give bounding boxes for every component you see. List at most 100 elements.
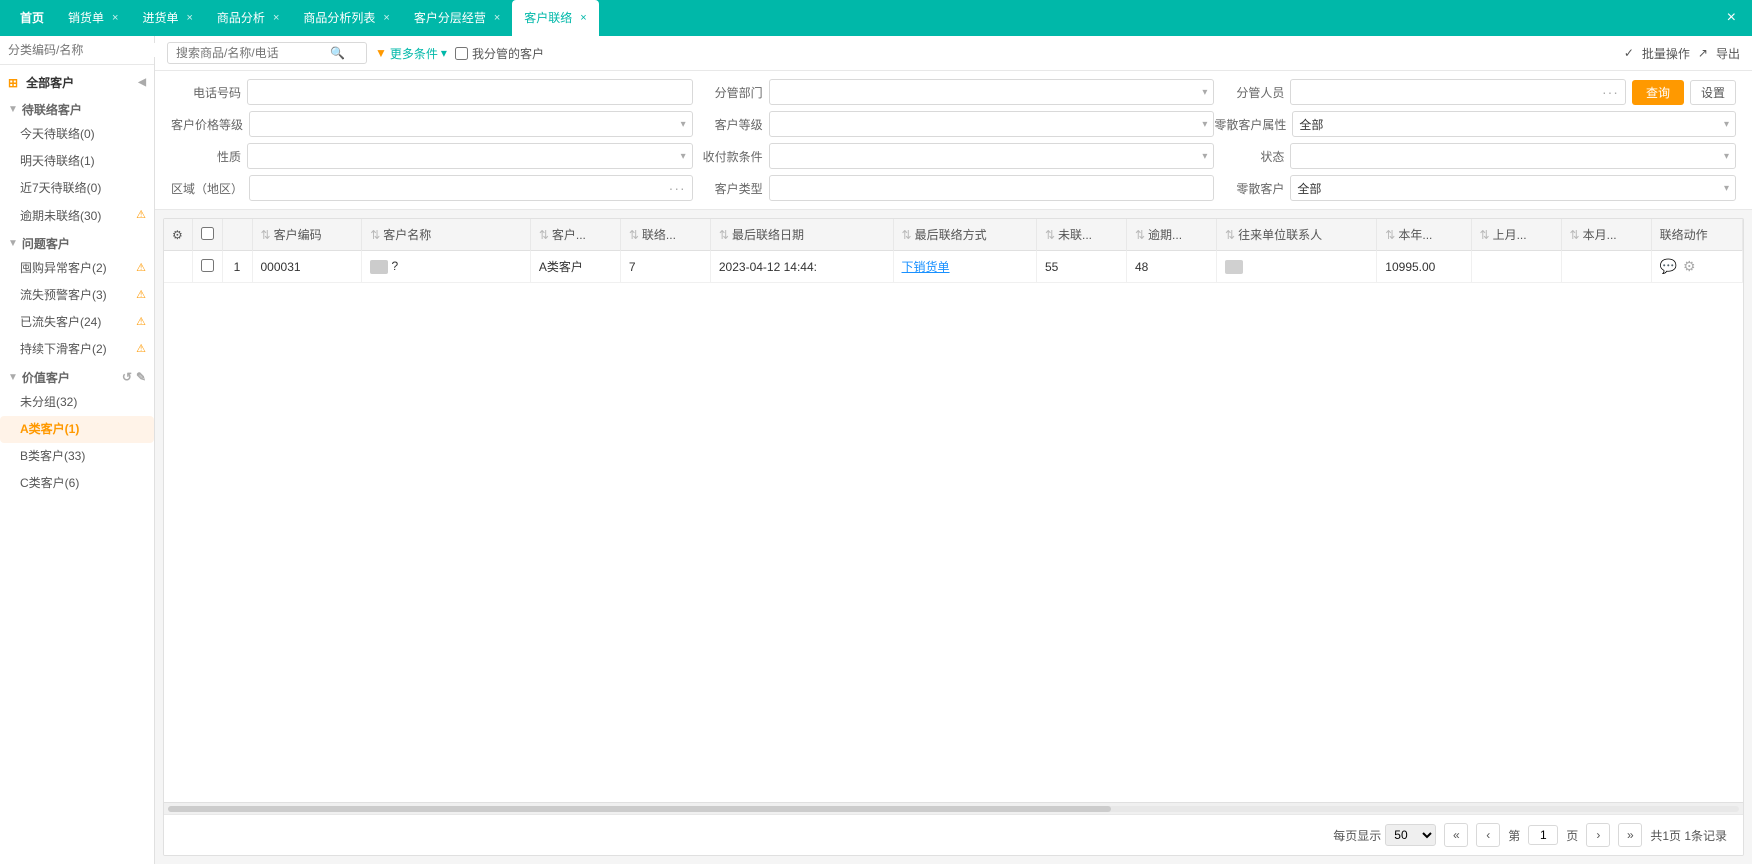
horizontal-scrollbar[interactable] (164, 802, 1743, 814)
last-page-button[interactable]: » (1618, 823, 1642, 847)
chevron-down-icon-5: ▾ (681, 151, 686, 162)
filter-label-retail-attr: 零散客户属性 (1214, 116, 1286, 133)
td-name: ? (362, 251, 531, 283)
row-checkbox[interactable] (201, 259, 214, 272)
filter-search-icon[interactable]: 🔍 (330, 46, 345, 60)
select-all-checkbox[interactable] (201, 227, 214, 240)
sidebar-item-tomorrow-label: 明天待联络(1) (20, 152, 95, 171)
my-customers-check[interactable]: 我分管的客户 (455, 45, 544, 62)
filter-select-customer-level[interactable]: ▾ (769, 111, 1215, 137)
sidebar-item-a-class[interactable]: A类客户(1) (0, 416, 154, 443)
filter-select-nature[interactable]: ▾ (247, 143, 693, 169)
filter-search-input[interactable] (176, 46, 326, 60)
all-customers-label: 全部客户 (26, 74, 74, 91)
customer-table: ⚙ ⇅ 客户编码 (164, 219, 1743, 283)
nav-customer-contact-close[interactable]: × (580, 0, 586, 36)
nav-home[interactable]: 首页 (8, 0, 56, 36)
sidebar-group-pending[interactable]: ▼ 待联络客户 (0, 96, 154, 121)
contact-count: 7 (629, 260, 636, 274)
message-icon[interactable]: 💬 (1660, 258, 1677, 275)
adv-filter-row-3: 性质 ▾ 收付款条件 ▾ 状态 (171, 143, 1736, 169)
action-gear-icon[interactable]: ⚙ (1683, 258, 1696, 275)
sidebar-item-overdue[interactable]: 逾期未联络(30) ⚠ (0, 203, 154, 230)
next-page-button[interactable]: › (1586, 823, 1610, 847)
filter-select-payment[interactable]: ▾ (769, 143, 1215, 169)
check-icon: ✓ (1624, 46, 1634, 60)
th-gear[interactable]: ⚙ (164, 219, 192, 251)
scroll-track[interactable] (168, 806, 1739, 812)
nav-customer-segment[interactable]: 客户分层经营 × (402, 0, 512, 36)
nav-analysis-list-close[interactable]: × (383, 0, 389, 36)
export-button[interactable]: ↗ 导出 (1698, 45, 1740, 62)
last-method-link[interactable]: 下销货单 (902, 260, 950, 274)
nav-analysis[interactable]: 商品分析 × (205, 0, 291, 36)
settings-button[interactable]: 设置 (1690, 80, 1736, 105)
sidebar-group-problem[interactable]: ▼ 问题客户 (0, 230, 154, 255)
filter-select-dept[interactable]: ▾ (769, 79, 1215, 105)
prev-page-button[interactable]: ‹ (1476, 823, 1500, 847)
filter-label-customer-type: 客户类型 (693, 180, 763, 197)
nav-sales-close[interactable]: × (112, 0, 118, 36)
my-customers-checkbox[interactable] (455, 47, 468, 60)
refresh-icon[interactable]: ↺ (122, 370, 132, 384)
table-header-row: ⚙ ⇅ 客户编码 (164, 219, 1743, 251)
filter-cell-region: 区域（地区） ··· (171, 175, 693, 201)
sidebar-group-value[interactable]: ▼ 价值客户 ↺ ✎ (0, 364, 154, 389)
group-pending-label: 待联络客户 (22, 101, 82, 118)
sort-icon-name: ⇅ (370, 228, 380, 242)
td-check[interactable] (192, 251, 222, 283)
sort-icon-overdue: ⇅ (1135, 228, 1145, 242)
first-page-icon: « (1453, 828, 1460, 842)
filter-label-retail: 零散客户 (1214, 180, 1284, 197)
page-number-input[interactable] (1528, 825, 1558, 845)
filter-more-label: 更多条件 (390, 45, 438, 62)
nav-customer-segment-close[interactable]: × (494, 0, 500, 36)
th-code: ⇅ 客户编码 (252, 219, 362, 251)
sidebar-item-abnormal[interactable]: 囤购异常客户(2) ⚠ (0, 255, 154, 282)
pagination: 每页显示 50 20 100 « ‹ 第 页 › (164, 814, 1743, 855)
filter-input-phone[interactable] (247, 79, 693, 105)
nav-purchase[interactable]: 进货单 × (130, 0, 204, 36)
filter-input-customer-type[interactable] (769, 175, 1215, 201)
sidebar-item-7days[interactable]: 近7天待联络(0) (0, 175, 154, 202)
th-check[interactable] (192, 219, 222, 251)
sort-icon-this-year: ⇅ (1385, 228, 1395, 242)
filter-select-person[interactable]: ··· (1290, 79, 1626, 105)
scroll-thumb[interactable] (168, 806, 1111, 812)
dots-icon-region: ··· (669, 180, 686, 196)
sidebar-search-input[interactable] (8, 43, 163, 57)
sidebar-all-customers[interactable]: ⊞ 全部客户 ◀ (0, 69, 154, 96)
per-page-select[interactable]: 50 20 100 (1385, 824, 1436, 846)
per-page-label: 每页显示 (1333, 827, 1381, 844)
nav-analysis-list[interactable]: 商品分析列表 × (291, 0, 401, 36)
query-button[interactable]: 查询 (1632, 80, 1684, 105)
sidebar-item-tomorrow[interactable]: 明天待联络(1) (0, 148, 154, 175)
filter-select-retail-attr[interactable]: 全部 ▾ (1292, 111, 1736, 137)
nav-sales[interactable]: 销货单 × (56, 0, 130, 36)
sidebar-item-c-class[interactable]: C类客户(6) (0, 470, 154, 497)
filter-select-retail[interactable]: 全部 ▾ (1290, 175, 1736, 201)
filter-select-region[interactable]: ··· (249, 175, 693, 201)
close-all-button[interactable]: × (1719, 9, 1744, 27)
filter-more-button[interactable]: ▼ 更多条件 ▾ (375, 45, 447, 62)
sidebar-item-today[interactable]: 今天待联络(0) (0, 121, 154, 148)
nav-customer-contact[interactable]: 客户联络 × (512, 0, 598, 36)
batch-op-button[interactable]: ✓ 批量操作 (1624, 45, 1690, 62)
th-this-year: ⇅ 本年... (1377, 219, 1471, 251)
filter-cell-customer-level: 客户等级 ▾ (693, 111, 1215, 137)
filter-bar: 🔍 ▼ 更多条件 ▾ 我分管的客户 ✓ 批量操作 ↗ 导出 (155, 36, 1752, 71)
nav-purchase-close[interactable]: × (186, 0, 192, 36)
warn-icon-churn-warn: ⚠ (136, 287, 146, 305)
edit-icon[interactable]: ✎ (136, 370, 146, 384)
sidebar-item-churn-warn[interactable]: 流失预警客户(3) ⚠ (0, 282, 154, 309)
nav-analysis-close[interactable]: × (273, 0, 279, 36)
filter-select-price-level[interactable]: ▾ (249, 111, 693, 137)
table-container: ⚙ ⇅ 客户编码 (163, 218, 1744, 856)
sidebar-item-churned[interactable]: 已流失客户(24) ⚠ (0, 309, 154, 336)
filter-select-status[interactable]: ▾ (1290, 143, 1736, 169)
filter-search-box: 🔍 (167, 42, 367, 64)
first-page-button[interactable]: « (1444, 823, 1468, 847)
sidebar-item-ungrouped[interactable]: 未分组(32) (0, 389, 154, 416)
sidebar-item-declining[interactable]: 持续下滑客户(2) ⚠ (0, 336, 154, 363)
sidebar-item-b-class[interactable]: B类客户(33) (0, 443, 154, 470)
